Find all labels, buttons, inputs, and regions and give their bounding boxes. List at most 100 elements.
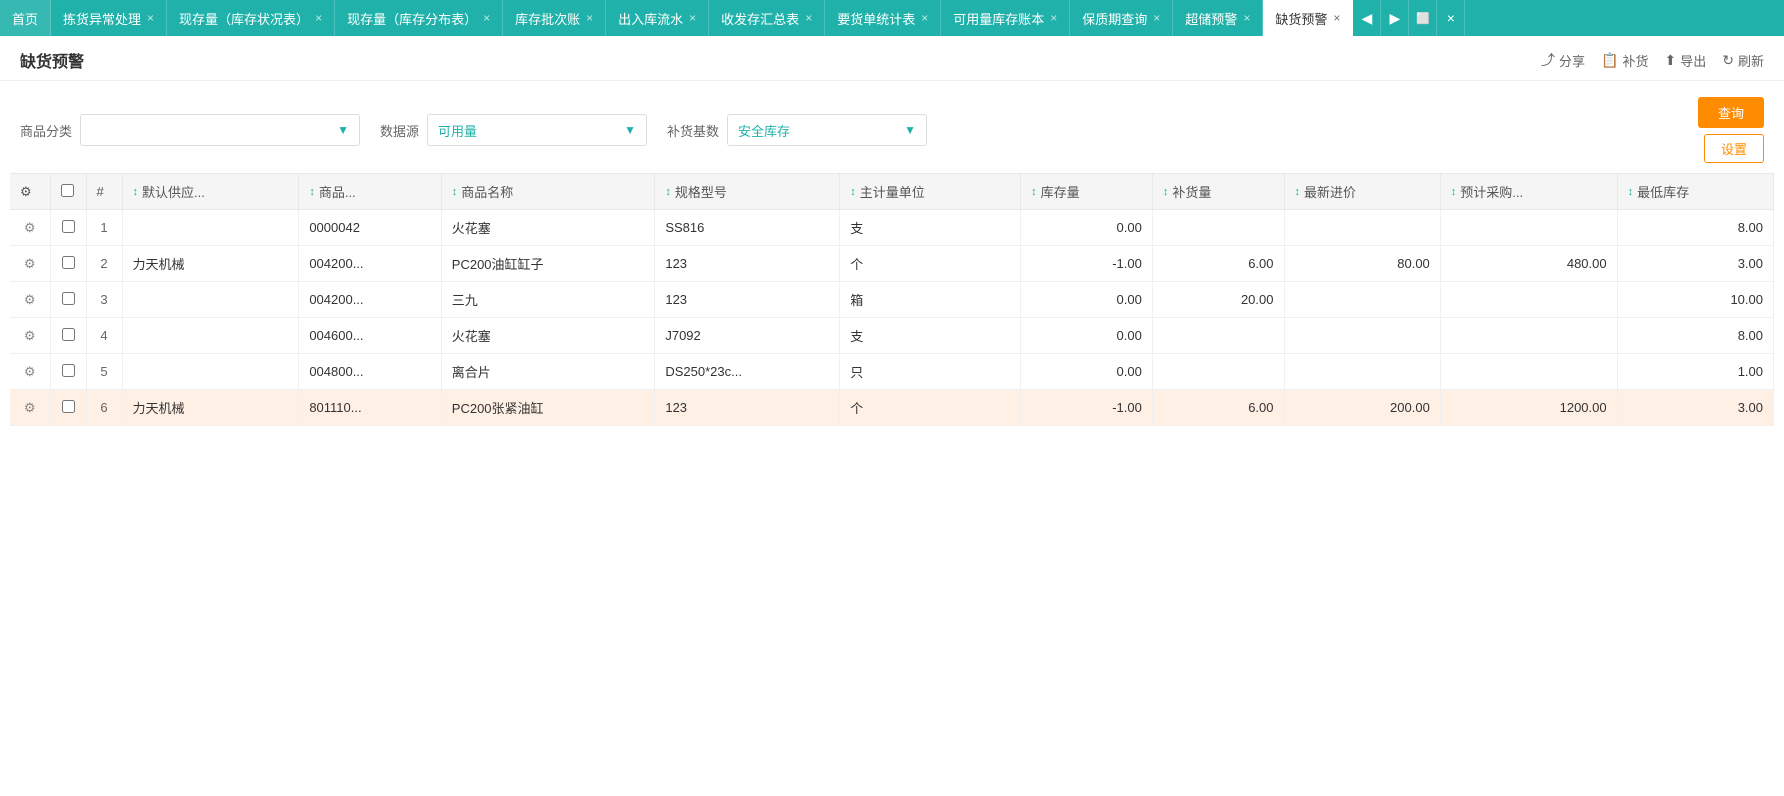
datasource-select[interactable]: 可用量 ▼ [427, 114, 647, 146]
row-gear-cell[interactable]: ⚙ [10, 390, 50, 426]
row-product-code: 004200... [299, 246, 441, 282]
sort-price-icon: ↕ [1295, 186, 1301, 198]
tab-7-close[interactable]: × [921, 11, 928, 25]
col-checkbox[interactable] [50, 174, 86, 210]
col-latest-price[interactable]: ↕ 最新进价 [1284, 174, 1440, 210]
tab-6[interactable]: 收发存汇总表 × [709, 0, 825, 36]
col-product-name[interactable]: ↕ 商品名称 [441, 174, 655, 210]
row-checkbox[interactable] [62, 220, 75, 233]
header-actions: ⤴ 分享 📋 补货 ⬆ 导出 ↻ 刷新 [1541, 50, 1764, 70]
tab-close-all-button[interactable]: × [1437, 0, 1465, 36]
tab-3-close[interactable]: × [483, 11, 490, 25]
tab-prev-button[interactable]: ◀ [1353, 0, 1381, 36]
tab-2[interactable]: 现存量（库存状况表） × [167, 0, 335, 36]
tab-8[interactable]: 可用量库存账本 × [941, 0, 1070, 36]
tab-10[interactable]: 超储预警 × [1173, 0, 1263, 36]
row-stock: 0.00 [1021, 210, 1153, 246]
tab-1[interactable]: 拣货异常处理 × [51, 0, 167, 36]
row-est-purchase [1440, 318, 1617, 354]
row-checkbox[interactable] [62, 400, 75, 413]
col-gear[interactable]: ⚙ [10, 174, 50, 210]
row-gear-cell[interactable]: ⚙ [10, 282, 50, 318]
tab-10-close[interactable]: × [1243, 11, 1250, 25]
row-checkbox-cell[interactable] [50, 210, 86, 246]
sort-unit-icon: ↕ [850, 186, 856, 198]
row-checkbox-cell[interactable] [50, 246, 86, 282]
datasource-arrow-icon: ▼ [624, 123, 636, 137]
col-supplier[interactable]: ↕ 默认供应... [122, 174, 299, 210]
tab-home[interactable]: 首页 [0, 0, 51, 36]
tab-5[interactable]: 出入库流水 × [606, 0, 709, 36]
sort-code-icon: ↕ [309, 186, 315, 198]
row-gear-icon: ⚙ [24, 220, 36, 235]
row-supplier: 力天机械 [122, 390, 299, 426]
row-est-purchase: 480.00 [1440, 246, 1617, 282]
row-product-name: PC200油缸缸子 [441, 246, 655, 282]
tab-next-button[interactable]: ▶ [1381, 0, 1409, 36]
main-content: 缺货预警 ⤴ 分享 📋 补货 ⬆ 导出 ↻ 刷新 商品分类 [0, 36, 1784, 796]
col-product-code[interactable]: ↕ 商品... [299, 174, 441, 210]
refresh-button[interactable]: ↻ 刷新 [1722, 51, 1764, 70]
row-product-code: 0000042 [299, 210, 441, 246]
tab-5-close[interactable]: × [689, 11, 696, 25]
replenish-select[interactable]: 安全库存 ▼ [727, 114, 927, 146]
row-checkbox[interactable] [62, 256, 75, 269]
tab-restore-button[interactable]: ⬜ [1409, 0, 1437, 36]
col-est-purchase[interactable]: ↕ 预计采购... [1440, 174, 1617, 210]
tab-4-close[interactable]: × [586, 11, 593, 25]
row-checkbox-cell[interactable] [50, 390, 86, 426]
table-row: ⚙ 4 004600... 火花塞 J7092 支 0.00 8.00 [10, 318, 1774, 354]
tab-1-close[interactable]: × [147, 11, 154, 25]
tab-9-close[interactable]: × [1153, 11, 1160, 25]
col-stock[interactable]: ↕ 库存量 [1021, 174, 1153, 210]
tab-3[interactable]: 现存量（库存分布表） × [335, 0, 503, 36]
select-all-checkbox[interactable] [61, 184, 74, 197]
export-button[interactable]: ⬆ 导出 [1665, 51, 1707, 70]
row-replenish-qty [1152, 210, 1284, 246]
settings-button[interactable]: 设置 [1704, 134, 1764, 163]
row-latest-price: 80.00 [1284, 246, 1440, 282]
sort-minstock-icon: ↕ [1628, 186, 1634, 198]
row-number: 4 [86, 318, 122, 354]
row-checkbox-cell[interactable] [50, 354, 86, 390]
row-product-code: 801110... [299, 390, 441, 426]
row-gear-icon: ⚙ [24, 400, 36, 415]
row-spec: 123 [655, 282, 840, 318]
row-gear-cell[interactable]: ⚙ [10, 246, 50, 282]
row-spec: 123 [655, 390, 840, 426]
row-gear-cell[interactable]: ⚙ [10, 354, 50, 390]
share-button[interactable]: ⤴ 分享 [1541, 50, 1585, 70]
tab-7[interactable]: 要货单统计表 × [825, 0, 941, 36]
tab-2-close[interactable]: × [315, 11, 322, 25]
row-product-name: 三九 [441, 282, 655, 318]
replenish-button[interactable]: 📋 补货 [1601, 51, 1648, 70]
col-spec[interactable]: ↕ 规格型号 [655, 174, 840, 210]
row-checkbox-cell[interactable] [50, 282, 86, 318]
tab-11[interactable]: 缺货预警 × [1263, 0, 1353, 36]
replenish-icon: 📋 [1601, 52, 1618, 69]
sort-name-icon: ↕ [452, 186, 458, 198]
tab-9[interactable]: 保质期查询 × [1070, 0, 1173, 36]
tab-11-close[interactable]: × [1333, 11, 1340, 25]
row-product-name: 火花塞 [441, 210, 655, 246]
row-min-stock: 3.00 [1617, 246, 1773, 282]
category-select[interactable]: ▼ [80, 114, 360, 146]
row-spec: 123 [655, 246, 840, 282]
tab-4[interactable]: 库存批次账 × [503, 0, 606, 36]
row-gear-icon: ⚙ [24, 328, 36, 343]
row-gear-cell[interactable]: ⚙ [10, 318, 50, 354]
row-checkbox[interactable] [62, 364, 75, 377]
col-min-stock[interactable]: ↕ 最低库存 [1617, 174, 1773, 210]
row-checkbox[interactable] [62, 292, 75, 305]
row-checkbox-cell[interactable] [50, 318, 86, 354]
row-number: 6 [86, 390, 122, 426]
col-replenish-qty[interactable]: ↕ 补货量 [1152, 174, 1284, 210]
row-gear-cell[interactable]: ⚙ [10, 210, 50, 246]
query-button[interactable]: 查询 [1698, 97, 1764, 128]
row-unit: 支 [840, 210, 1021, 246]
tab-6-close[interactable]: × [805, 11, 812, 25]
col-unit[interactable]: ↕ 主计量单位 [840, 174, 1021, 210]
tab-8-close[interactable]: × [1050, 11, 1057, 25]
row-checkbox[interactable] [62, 328, 75, 341]
row-spec: DS250*23c... [655, 354, 840, 390]
